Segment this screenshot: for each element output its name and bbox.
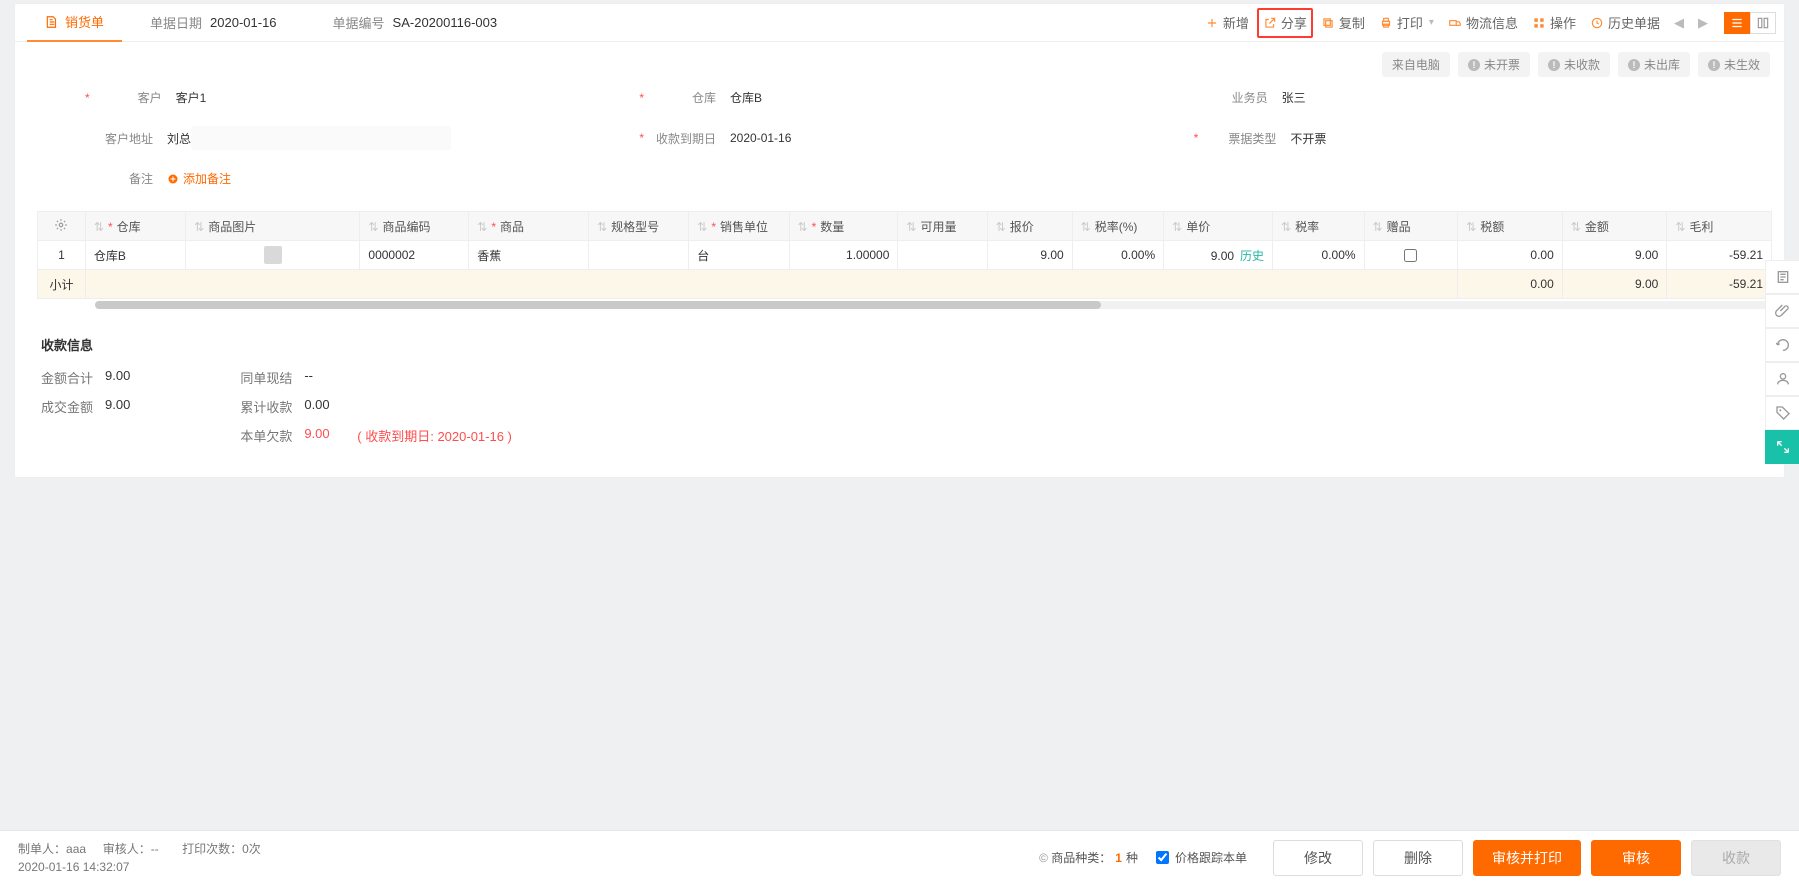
warning-icon: [1708, 59, 1720, 71]
modify-button[interactable]: 修改: [1273, 840, 1363, 876]
view-list-button[interactable]: [1724, 12, 1750, 34]
prev-button[interactable]: ◀: [1668, 12, 1690, 34]
tab-title: 销货单: [65, 12, 104, 31]
address-label: 客户地址: [85, 130, 153, 147]
chevron-down-icon: ▾: [1429, 17, 1434, 28]
view-toggle: [1724, 12, 1776, 34]
items-table: ⇅*仓库 ⇅商品图片 ⇅商品编码 ⇅*商品 ⇅规格型号 ⇅*销售单位 ⇅*数量 …: [37, 211, 1772, 299]
share-button[interactable]: 分享: [1257, 8, 1313, 38]
status-outstock[interactable]: 未出库: [1618, 52, 1690, 77]
toolbar: 新增 分享 复制 打印 ▾ 物流信息: [1199, 8, 1784, 38]
table-row[interactable]: 1 仓库B 0000002 香蕉 台 1.00000 9.00 0.00% 9.…: [38, 241, 1772, 270]
remark-label: 备注: [85, 170, 153, 187]
dock-tag-button[interactable]: [1765, 396, 1799, 430]
history-icon: [1590, 16, 1604, 30]
customer-value[interactable]: 客户1: [176, 89, 207, 106]
status-effect[interactable]: 未生效: [1698, 52, 1770, 77]
warning-icon: [1468, 59, 1480, 71]
add-remark-button[interactable]: 添加备注: [167, 170, 231, 187]
form: *客户客户1 *仓库仓库B 业务员张三 客户地址刘总 *收款到期日2020-01…: [15, 77, 1784, 211]
copy-icon: [1321, 16, 1335, 30]
warehouse-value[interactable]: 仓库B: [730, 89, 762, 106]
next-button[interactable]: ▶: [1692, 12, 1714, 34]
subtotal-row: 小计 0.00 9.00 -59.21: [38, 270, 1772, 299]
footer: 制单人：aaa 审核人：-- 打印次数：0次 2020-01-16 14:32:…: [0, 830, 1799, 884]
kinds-info: © 商品种类：1种: [1039, 849, 1138, 866]
dock-expand-button[interactable]: [1765, 430, 1799, 464]
expand-icon: [1775, 439, 1791, 455]
status-pc[interactable]: 来自电脑: [1382, 52, 1450, 77]
copy-button[interactable]: 复制: [1315, 10, 1371, 36]
status-receipt[interactable]: 未收款: [1538, 52, 1610, 77]
footer-meta: 制单人：aaa 审核人：-- 打印次数：0次 2020-01-16 14:32:…: [18, 840, 261, 876]
warning-icon: [1628, 59, 1640, 71]
date-value: 2020-01-16: [210, 15, 277, 30]
payment-title: 收款信息: [41, 335, 1772, 354]
address-name: 刘总: [167, 130, 191, 147]
columns-icon: [1756, 16, 1770, 30]
audit-print-button[interactable]: 审核并打印: [1473, 840, 1581, 876]
tag-icon: [1775, 405, 1791, 421]
receive-button[interactable]: 收款: [1691, 840, 1781, 876]
dock-refresh-button[interactable]: [1765, 328, 1799, 362]
add-button[interactable]: 新增: [1199, 10, 1255, 36]
user-icon: [1775, 371, 1791, 387]
gear-icon[interactable]: [54, 218, 68, 232]
plus-circle-icon: [167, 173, 179, 185]
ops-button[interactable]: 操作: [1526, 10, 1582, 36]
no-label: 单据编号: [333, 13, 385, 32]
payment-info: 收款信息 金额合计9.00 成交金额9.00 同单现结-- 累计收款0.00 本…: [41, 335, 1772, 455]
note-icon: [1775, 269, 1791, 285]
warehouse-label: 仓库: [648, 89, 716, 106]
price-history-link[interactable]: 历史: [1240, 249, 1264, 263]
view-grid-button[interactable]: [1750, 12, 1776, 34]
salesman-label: 业务员: [1194, 89, 1268, 106]
plus-icon: [1205, 16, 1219, 30]
truck-icon: [1448, 16, 1462, 30]
warning-icon: [1548, 59, 1560, 71]
salesman-value[interactable]: 张三: [1282, 89, 1306, 106]
dock-user-button[interactable]: [1765, 362, 1799, 396]
share-icon: [1263, 16, 1277, 30]
list-icon: [1730, 16, 1744, 30]
document-icon: [45, 15, 59, 29]
horizontal-scrollbar[interactable]: [95, 301, 1772, 309]
history-button[interactable]: 历史单据: [1584, 10, 1666, 36]
status-row: 来自电脑 未开票 未收款 未出库 未生效: [15, 42, 1784, 77]
header-bar: 销货单 单据日期 2020-01-16 单据编号 SA-20200116-003…: [15, 4, 1784, 42]
invoice-type-value[interactable]: 不开票: [1290, 130, 1326, 147]
right-dock: [1765, 260, 1799, 464]
gift-checkbox[interactable]: [1404, 249, 1417, 262]
print-button[interactable]: 打印 ▾: [1373, 10, 1440, 36]
paydue-label: 收款到期日: [648, 130, 716, 147]
audit-button[interactable]: 审核: [1591, 840, 1681, 876]
logistics-button[interactable]: 物流信息: [1442, 10, 1524, 36]
paydue-value[interactable]: 2020-01-16: [730, 131, 791, 145]
no-value: SA-20200116-003: [393, 15, 498, 30]
tab-sales-order[interactable]: 销货单: [27, 4, 122, 42]
dock-note-button[interactable]: [1765, 260, 1799, 294]
refresh-icon: [1775, 337, 1791, 353]
price-follow-checkbox[interactable]: 价格跟踪本单: [1156, 849, 1247, 866]
customer-label: 客户: [94, 89, 162, 106]
status-invoice[interactable]: 未开票: [1458, 52, 1530, 77]
dock-attach-button[interactable]: [1765, 294, 1799, 328]
delete-button[interactable]: 删除: [1373, 840, 1463, 876]
invoice-type-label: 票据类型: [1202, 130, 1276, 147]
grid-icon: [1532, 16, 1546, 30]
copyright-icon: ©: [1039, 851, 1048, 865]
paperclip-icon: [1775, 303, 1791, 319]
address-blank[interactable]: [191, 126, 451, 150]
image-placeholder-icon: [264, 246, 282, 264]
printer-icon: [1379, 16, 1393, 30]
date-label: 单据日期: [150, 13, 202, 32]
